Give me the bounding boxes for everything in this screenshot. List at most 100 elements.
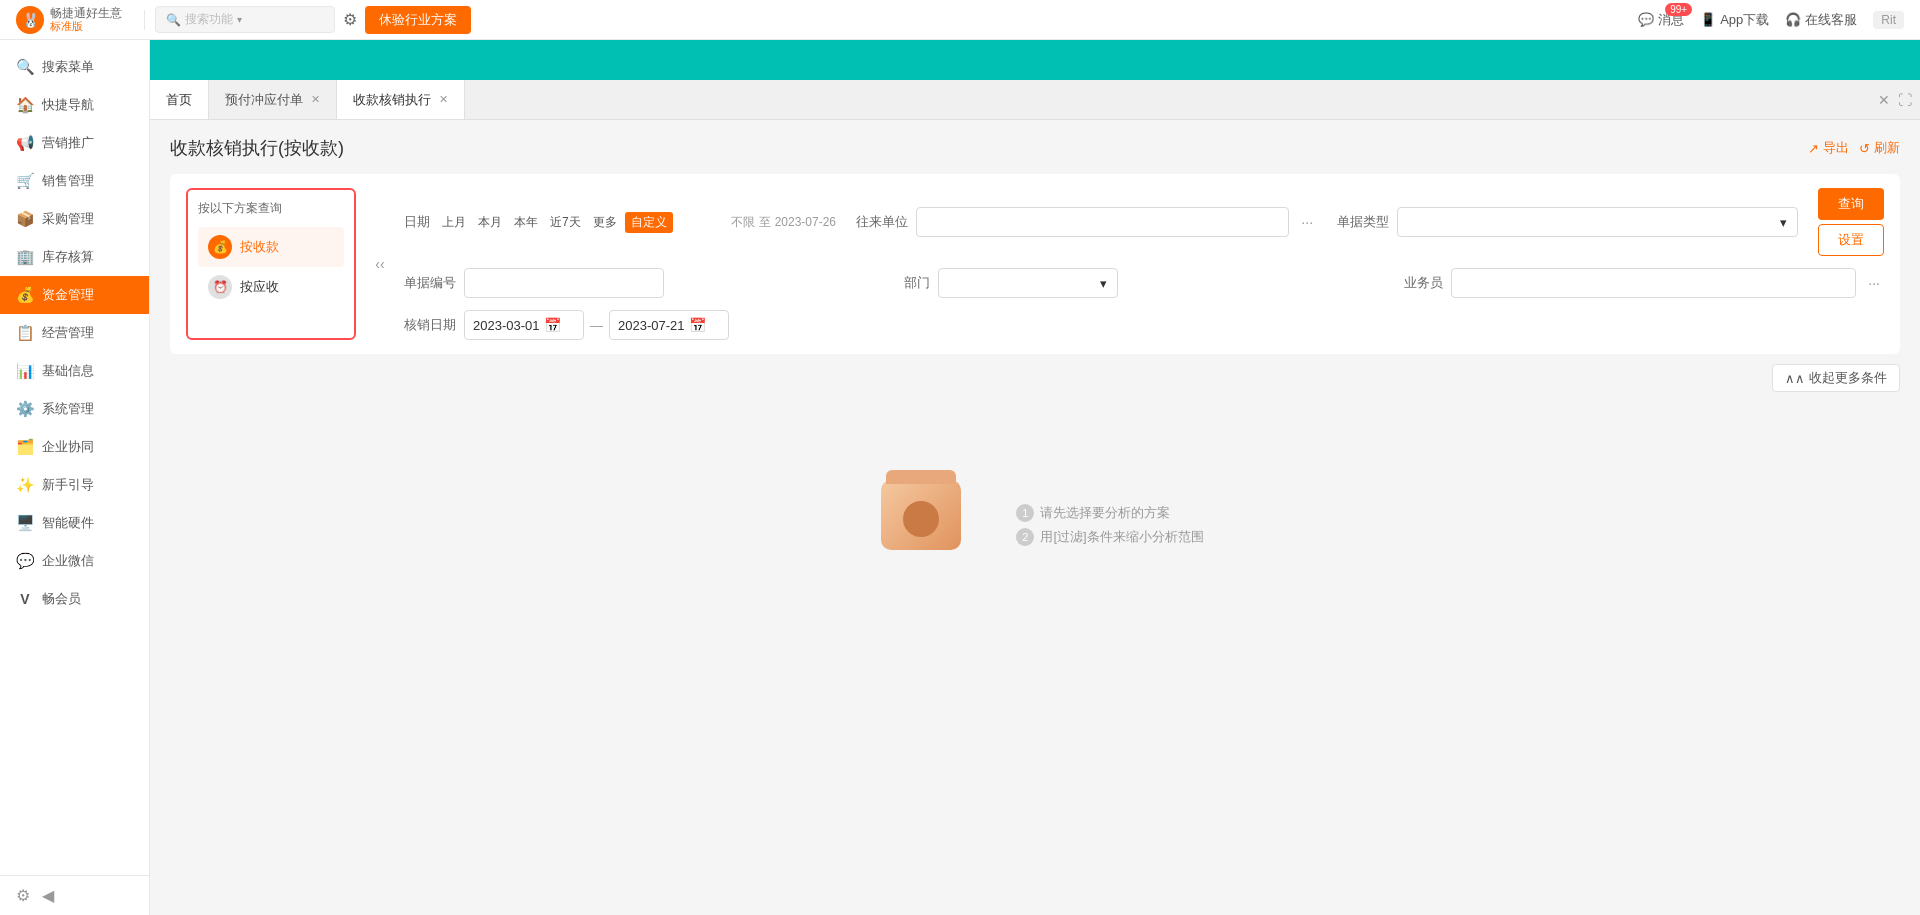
sidebar-item-wechat[interactable]: 💬 企业微信 [0,542,149,580]
sidebar-item-enterprise[interactable]: 🗂️ 企业协同 [0,428,149,466]
empty-box-lid [886,470,956,484]
teal-header [150,40,1920,80]
tab-close-receipts[interactable]: ✕ [439,93,448,106]
filter-row-1: 日期 上月 本月 本年 近7天 更多 自定义 不限 [404,188,1884,256]
inventory-icon: 🏢 [16,248,34,266]
calendar-start-icon[interactable]: 📅 [544,317,561,333]
filter-row-3: 核销日期 2023-03-01 📅 — 2023-07-21 📅 [404,310,1884,340]
settings-icon[interactable]: ⚙ [343,10,357,29]
tab-close-all-icon[interactable]: ✕ [1878,92,1890,108]
calendar-end-icon[interactable]: 📅 [689,317,706,333]
partner-group: 往来单位 ··· [856,207,1317,237]
tab-close-prepay[interactable]: ✕ [311,93,320,106]
date-tab-more[interactable]: 更多 [589,212,621,233]
export-button[interactable]: ↗ 导出 [1808,139,1849,157]
sidebar-item-hardware[interactable]: 🖥️ 智能硬件 [0,504,149,542]
doc-type-label: 单据类型 [1337,213,1389,231]
online-service-item[interactable]: 🎧 在线客服 [1785,11,1857,29]
empty-box-face [903,501,939,537]
date-range-text: 至 2023-07-26 [759,214,836,231]
search-icon: 🔍 [16,58,34,76]
filter-collapse-button[interactable]: ‹‹ [370,188,390,340]
topbar-divider [144,10,145,30]
tab-maximize-icon[interactable]: ⛶ [1898,92,1912,108]
sidebar-item-system[interactable]: ⚙️ 系统管理 [0,390,149,428]
dept-group: 部门 ▾ [904,268,1384,298]
refresh-icon: ↺ [1859,141,1870,156]
refresh-button[interactable]: ↺ 刷新 [1859,139,1900,157]
sidebar-item-purchase[interactable]: 📦 采购管理 [0,200,149,238]
verify-date-end-input[interactable]: 2023-07-21 📅 [609,310,729,340]
topbar-search-box[interactable]: 🔍 搜索功能 ▾ [155,6,335,33]
message-item[interactable]: 💬 消息 99+ [1638,11,1684,29]
message-icon: 💬 [1638,12,1654,27]
sidebar-item-basic-info[interactable]: 📊 基础信息 [0,352,149,390]
dept-select[interactable]: ▾ [938,268,1118,298]
doc-type-select[interactable]: ▾ [1397,207,1798,237]
partner-dots[interactable]: ··· [1297,214,1317,230]
staff-dots[interactable]: ··· [1864,275,1884,291]
verify-date-group: 核销日期 2023-03-01 📅 — 2023-07-21 📅 [404,310,1884,340]
sidebar-item-guide[interactable]: ✨ 新手引导 [0,466,149,504]
empty-step-2: 2 用[过滤]条件来缩小分析范围 [1016,528,1203,546]
empty-illustration [866,480,976,570]
purchase-icon: 📦 [16,210,34,228]
collapse-more-icon: ∧∧ [1785,371,1805,386]
page-content: 收款核销执行(按收款) ↗ 导出 ↺ 刷新 按以下方案查询 [150,120,1920,915]
verify-date-label: 核销日期 [404,316,456,334]
empty-content: 1 请先选择要分析的方案 2 用[过滤]条件来缩小分析范围 [866,480,1203,570]
date-label: 日期 [404,213,430,231]
date-tab-this-month[interactable]: 本月 [474,212,506,233]
tab-prepay[interactable]: 预付冲应付单 ✕ [209,80,337,119]
app-icon: 📱 [1700,12,1716,27]
doc-no-input[interactable] [464,268,664,298]
marketing-icon: 📢 [16,134,34,152]
tab-receipts[interactable]: 收款核销执行 ✕ [337,80,465,119]
tab-home[interactable]: 首页 [150,80,209,119]
query-option-by-receipt[interactable]: 💰 按收款 [198,227,344,267]
sidebar-bottom: ⚙ ◀ [0,875,149,915]
solution-button[interactable]: 休验行业方案 [365,6,471,34]
query-button[interactable]: 查询 [1818,188,1884,220]
main-layout: 🔍 搜索菜单 🏠 快捷导航 📢 营销推广 🛒 销售管理 📦 采购管理 🏢 [0,40,1920,915]
receipt-icon: 💰 [208,235,232,259]
dept-label: 部门 [904,274,930,292]
step-1-number: 1 [1016,504,1034,522]
tab-bar-right: ✕ ⛶ [1870,80,1920,119]
filter-panel: 按以下方案查询 💰 按收款 ⏰ 按应收 ‹‹ [170,174,1900,354]
filter-form: 日期 上月 本月 本年 近7天 更多 自定义 不限 [404,188,1884,340]
sidebar-item-marketing[interactable]: 📢 营销推广 [0,124,149,162]
date-tab-this-year[interactable]: 本年 [510,212,542,233]
message-badge: 99+ [1665,3,1692,16]
collapse-more-button[interactable]: ∧∧ 收起更多条件 [1772,364,1900,392]
date-tab-custom[interactable]: 自定义 [625,212,673,233]
sidebar-item-operation[interactable]: 📋 经营管理 [0,314,149,352]
sidebar-item-sales[interactable]: 🛒 销售管理 [0,162,149,200]
query-option-by-receivable[interactable]: ⏰ 按应收 [198,267,344,307]
page-actions: ↗ 导出 ↺ 刷新 [1808,139,1900,157]
dropdown-arrow-icon: ▾ [237,14,242,25]
verify-date-start-input[interactable]: 2023-03-01 📅 [464,310,584,340]
receivable-icon: ⏰ [208,275,232,299]
app-download-item[interactable]: 📱 App下载 [1700,11,1769,29]
page-title: 收款核销执行(按收款) [170,136,344,160]
setting-button[interactable]: 设置 [1818,224,1884,256]
staff-label: 业务员 [1404,274,1443,292]
sidebar-item-inventory[interactable]: 🏢 库存核算 [0,238,149,276]
staff-input[interactable] [1451,268,1856,298]
sidebar-item-member[interactable]: V 畅会员 [0,580,149,618]
username: Rit [1873,11,1904,29]
sidebar-nav: 🔍 搜索菜单 🏠 快捷导航 📢 营销推广 🛒 销售管理 📦 采购管理 🏢 [0,40,149,875]
date-tab-last-month[interactable]: 上月 [438,212,470,233]
sidebar-collapse-button[interactable]: ◀ [42,886,54,905]
sidebar-item-quick-nav[interactable]: 🏠 快捷导航 [0,86,149,124]
date-tab-7days[interactable]: 近7天 [546,212,585,233]
query-action-group: 查询 设置 [1818,188,1884,256]
partner-input[interactable] [916,207,1289,237]
collapse-more-row: ∧∧ 收起更多条件 [170,364,1900,392]
sidebar-settings-icon[interactable]: ⚙ [16,886,30,905]
guide-icon: ✨ [16,476,34,494]
sidebar-item-finance[interactable]: 💰 资金管理 [0,276,149,314]
sidebar-item-search[interactable]: 🔍 搜索菜单 [0,48,149,86]
empty-step-1: 1 请先选择要分析的方案 [1016,504,1170,522]
